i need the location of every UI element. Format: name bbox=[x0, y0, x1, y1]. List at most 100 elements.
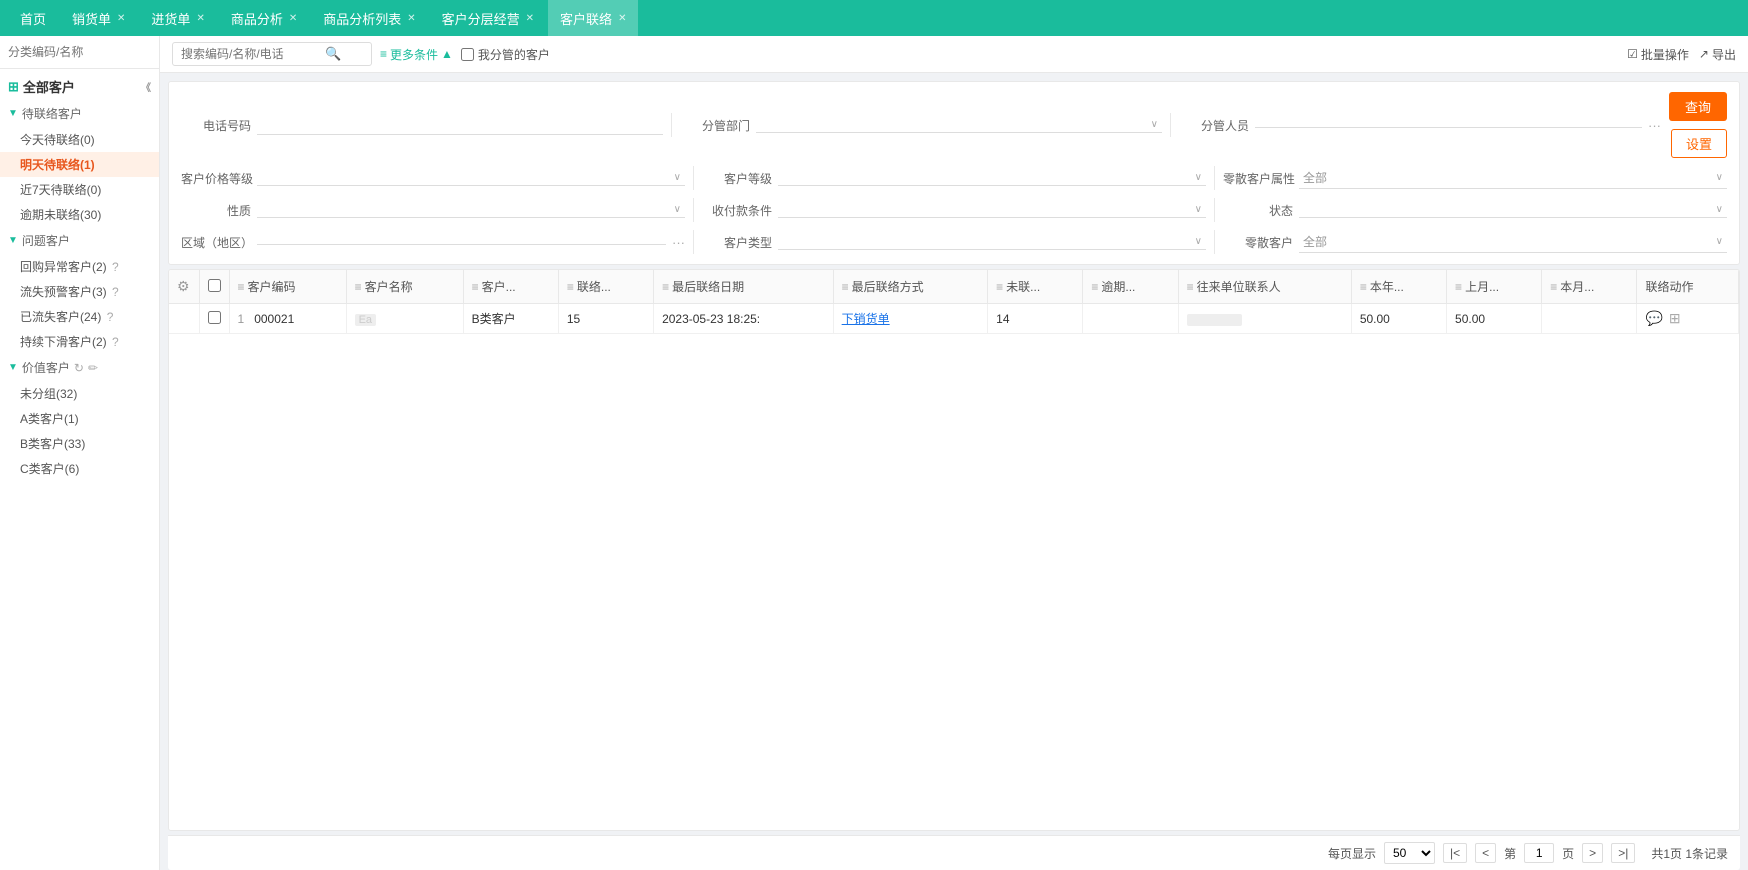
sidebar-item-churn-warning[interactable]: 流失预警客户(3) ? bbox=[0, 279, 159, 304]
dept-select[interactable]: ∨ bbox=[756, 117, 1162, 133]
help-icon[interactable]: ? bbox=[107, 310, 114, 324]
cell-overdue bbox=[1083, 304, 1178, 334]
grid-action-icon[interactable]: ⊞ bbox=[1669, 310, 1681, 327]
col-last-contact-date: ≡ 最后联络日期 bbox=[654, 270, 834, 304]
chevron-down-icon: ∨ bbox=[674, 172, 681, 183]
first-page-btn[interactable]: |< bbox=[1443, 843, 1467, 863]
last-page-btn[interactable]: >| bbox=[1611, 843, 1635, 863]
query-button[interactable]: 查询 bbox=[1669, 92, 1727, 121]
cell-customer-name: Ea bbox=[346, 304, 463, 334]
close-icon[interactable]: ✕ bbox=[526, 13, 534, 24]
payment-select[interactable]: ∨ bbox=[778, 202, 1206, 218]
nav-customer-contact[interactable]: 客户联络 ✕ bbox=[548, 0, 638, 36]
filter-row-2: 客户价格等级 ∨ 客户等级 ∨ 零散客户属性 全部 bbox=[181, 166, 1727, 190]
export-btn[interactable]: ↗ 导出 bbox=[1699, 46, 1736, 63]
prev-page-btn[interactable]: < bbox=[1475, 843, 1496, 863]
sidebar-item-7days-contact[interactable]: 近7天待联络(0) bbox=[0, 177, 159, 202]
settings-button[interactable]: 设置 bbox=[1671, 129, 1727, 158]
edit-icon[interactable]: ✏ bbox=[88, 361, 98, 375]
row-checkbox[interactable] bbox=[208, 311, 221, 324]
help-icon[interactable]: ? bbox=[112, 335, 119, 349]
sidebar-item-churned[interactable]: 已流失客户(24) ? bbox=[0, 304, 159, 329]
col-sort-icon: ≡ bbox=[1455, 280, 1462, 294]
batch-operation-btn[interactable]: ☑ 批量操作 bbox=[1627, 46, 1689, 63]
col-sort-icon: ≡ bbox=[996, 280, 1003, 294]
gear-icon[interactable]: ⚙ bbox=[177, 278, 190, 294]
content-area: 🔍 ≡ 更多条件 ▲ 我分管的客户 ☑ 批量操作 ↗ 导出 bbox=[160, 36, 1748, 870]
help-icon[interactable]: ? bbox=[112, 260, 119, 274]
sidebar-item-today-contact[interactable]: 今天待联络(0) bbox=[0, 127, 159, 152]
more-conditions-btn[interactable]: ≡ 更多条件 ▲ bbox=[380, 46, 453, 63]
customer-level-select[interactable]: ∨ bbox=[778, 170, 1206, 186]
filter-retail-attr: 零散客户属性 全部 ∨ bbox=[1223, 167, 1727, 189]
close-icon[interactable]: ✕ bbox=[289, 13, 297, 24]
col-sort-icon: ≡ bbox=[1360, 280, 1367, 294]
nav-purchase-order[interactable]: 进货单 ✕ bbox=[139, 0, 216, 36]
refresh-icon[interactable]: ↻ bbox=[74, 361, 84, 375]
sidebar: 🔍 ⊞ 全部客户 《 ▼ 待联络客户 今天待联络(0) 明天待联络(1) 近7天… bbox=[0, 36, 160, 870]
sidebar-item-ungrouped[interactable]: 未分组(32) bbox=[0, 381, 159, 406]
col-sort-icon: ≡ bbox=[1187, 280, 1194, 294]
nav-sales-order[interactable]: 销货单 ✕ bbox=[60, 0, 137, 36]
close-icon[interactable]: ✕ bbox=[618, 13, 626, 24]
select-all-checkbox[interactable] bbox=[208, 279, 221, 292]
sidebar-item-tomorrow-contact[interactable]: 明天待联络(1) bbox=[0, 152, 159, 177]
col-sort-icon: ≡ bbox=[662, 280, 669, 294]
search-input[interactable] bbox=[181, 47, 321, 61]
region-select[interactable] bbox=[257, 240, 666, 245]
close-icon[interactable]: ✕ bbox=[407, 13, 415, 24]
more-options-icon[interactable]: ··· bbox=[1648, 118, 1661, 133]
table-scroll[interactable]: ⚙ ≡ 客户编码 bbox=[169, 270, 1739, 830]
help-icon[interactable]: ? bbox=[112, 285, 119, 299]
filter-payment: 收付款条件 ∨ bbox=[702, 202, 1206, 219]
sidebar-item-a-class[interactable]: A类客户(1) bbox=[0, 406, 159, 431]
grid-icon: ⊞ bbox=[8, 79, 19, 95]
cell-customer-type: B类客户 bbox=[463, 304, 558, 334]
search-icon[interactable]: 🔍 bbox=[325, 46, 341, 62]
page-number-input[interactable] bbox=[1524, 843, 1554, 863]
sidebar-group-problem[interactable]: ▼ 问题客户 bbox=[0, 227, 159, 254]
my-customers-checkbox[interactable] bbox=[461, 48, 474, 61]
gender-select[interactable]: ∨ bbox=[257, 202, 685, 218]
sidebar-item-c-class[interactable]: C类客户(6) bbox=[0, 456, 159, 481]
retail-attr-select[interactable]: 全部 ∨ bbox=[1299, 167, 1727, 189]
sidebar-all-customers[interactable]: ⊞ 全部客户 《 bbox=[0, 69, 159, 100]
sidebar-group-pending[interactable]: ▼ 待联络客户 bbox=[0, 100, 159, 127]
col-overdue: ≡ 逾期... bbox=[1083, 270, 1178, 304]
filter-panel: 电话号码 分管部门 ∨ 分管人员 ··· bbox=[168, 81, 1740, 265]
nav-product-analysis-list[interactable]: 商品分析列表 ✕ bbox=[311, 0, 427, 36]
collapse-icon[interactable]: 《 bbox=[141, 79, 151, 94]
arrow-down-icon: ▼ bbox=[8, 108, 18, 119]
chevron-up-icon: ▲ bbox=[441, 47, 453, 61]
sidebar-group-value[interactable]: ▼ 价值客户 ↻ ✏ bbox=[0, 354, 159, 381]
phone-input[interactable] bbox=[257, 116, 663, 135]
sidebar-item-repurchase-abnormal[interactable]: 回购异常客户(2) ? bbox=[0, 254, 159, 279]
arrow-down-icon: ▼ bbox=[8, 235, 18, 246]
customer-value-level-select[interactable]: ∨ bbox=[257, 170, 685, 186]
my-customers-checkbox-label[interactable]: 我分管的客户 bbox=[461, 46, 550, 63]
close-icon[interactable]: ✕ bbox=[117, 13, 125, 24]
top-navigation: 首页 销货单 ✕ 进货单 ✕ 商品分析 ✕ 商品分析列表 ✕ 客户分层经营 ✕ … bbox=[0, 0, 1748, 36]
sidebar-item-b-class[interactable]: B类客户(33) bbox=[0, 431, 159, 456]
contact-method-link[interactable]: 下销货单 bbox=[842, 312, 890, 326]
sidebar-search-input[interactable] bbox=[8, 45, 160, 59]
nav-customer-segmentation[interactable]: 客户分层经营 ✕ bbox=[430, 0, 546, 36]
person-select[interactable] bbox=[1255, 123, 1642, 128]
retail-customer-select[interactable]: 全部 ∨ bbox=[1299, 231, 1727, 253]
filter-gender: 性质 ∨ bbox=[181, 202, 685, 219]
nav-home[interactable]: 首页 bbox=[8, 0, 58, 36]
col-this-month: ≡ 本月... bbox=[1542, 270, 1637, 304]
chevron-down-icon: ∨ bbox=[1195, 172, 1202, 183]
page-size-select[interactable]: 50 100 bbox=[1384, 842, 1435, 864]
status-select[interactable]: ∨ bbox=[1299, 202, 1727, 218]
next-page-btn[interactable]: > bbox=[1582, 843, 1603, 863]
customer-type-select[interactable]: ∨ bbox=[778, 234, 1206, 250]
more-options-icon[interactable]: ··· bbox=[672, 235, 685, 250]
close-icon[interactable]: ✕ bbox=[196, 13, 204, 24]
filter-row-1: 电话号码 分管部门 ∨ 分管人员 ··· bbox=[181, 92, 1727, 158]
sidebar-item-overdue-contact[interactable]: 逾期未联络(30) bbox=[0, 202, 159, 227]
divider bbox=[693, 198, 694, 222]
nav-product-analysis[interactable]: 商品分析 ✕ bbox=[219, 0, 309, 36]
sidebar-item-declining[interactable]: 持续下滑客户(2) ? bbox=[0, 329, 159, 354]
chat-icon[interactable]: 💬 bbox=[1645, 310, 1662, 327]
